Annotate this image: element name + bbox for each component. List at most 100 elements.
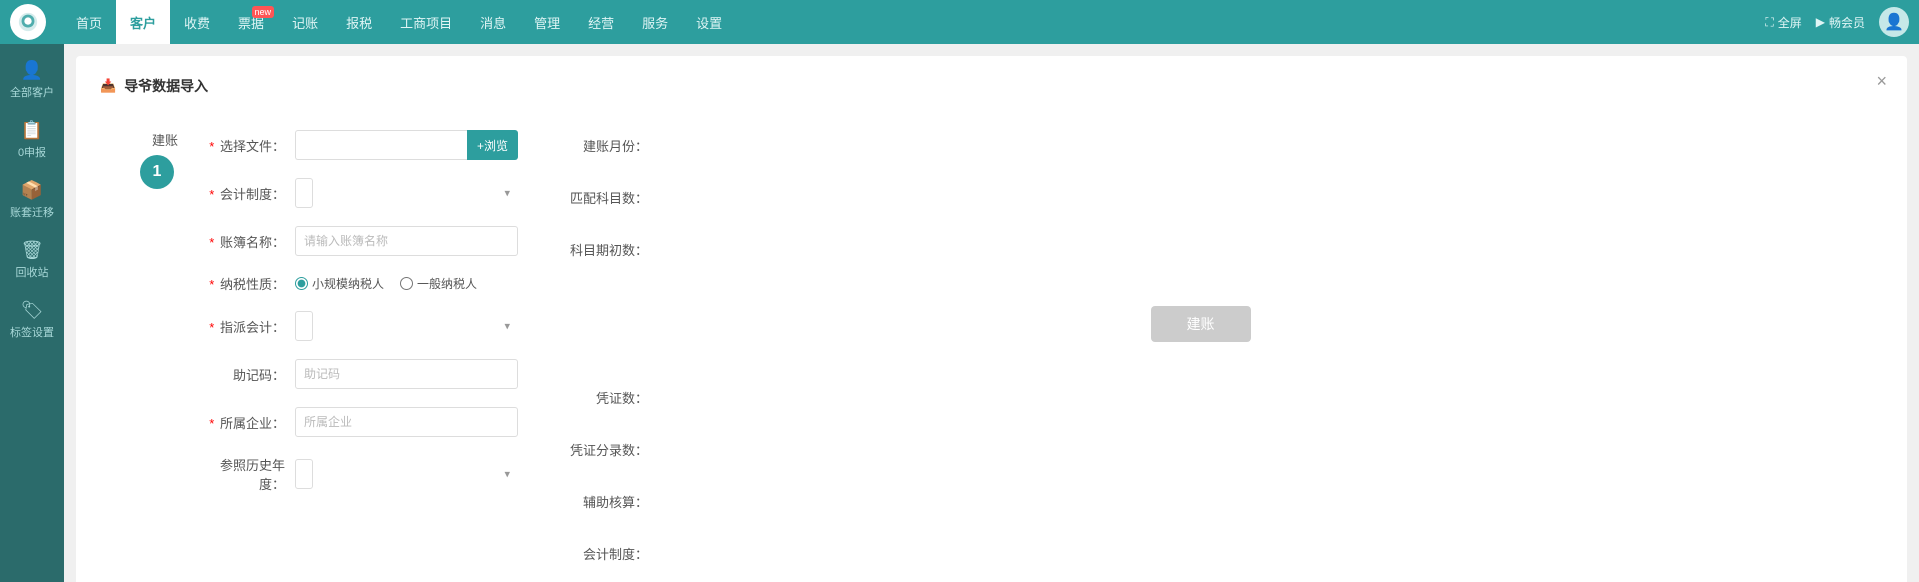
layout: 👤 全部客户 📋 0申报 📦 账套迁移 🗑 回收站 🏷 标签设置 📥 导爷数据导… bbox=[0, 44, 1919, 582]
hist-year-select-wrapper bbox=[295, 459, 518, 489]
form-left: * 选择文件： +浏览 * 会计制度： bbox=[200, 130, 518, 511]
nav-service[interactable]: 服务 bbox=[628, 0, 682, 44]
nav-operation[interactable]: 经营 bbox=[574, 0, 628, 44]
new-badge: new bbox=[252, 6, 275, 18]
fullscreen-btn[interactable]: ⛶ 全屏 bbox=[1765, 14, 1801, 31]
ledger-name-label: * 账簿名称： bbox=[200, 232, 285, 251]
sidebar-item-trash[interactable]: 🗑 回收站 bbox=[2, 232, 62, 288]
company-input[interactable] bbox=[295, 407, 518, 437]
match-subject-label: 匹配科目数： bbox=[558, 188, 648, 207]
sidebar: 👤 全部客户 📋 0申报 📦 账套迁移 🗑 回收站 🏷 标签设置 bbox=[0, 44, 64, 582]
main-content: 📥 导爷数据导入 × 建账 1 * 选择文件 bbox=[64, 44, 1919, 582]
nav-bizproject[interactable]: 工商项目 bbox=[386, 0, 466, 44]
nav-tax[interactable]: 报税 bbox=[332, 0, 386, 44]
build-month-row: 建账月份： bbox=[558, 130, 1843, 160]
avatar[interactable]: 👤 bbox=[1879, 7, 1909, 37]
file-input-group: +浏览 bbox=[295, 130, 518, 160]
step-circle: 1 bbox=[140, 155, 174, 189]
file-row: * 选择文件： +浏览 bbox=[200, 130, 518, 160]
hist-year-select[interactable] bbox=[295, 459, 313, 489]
form-container: 建账 1 * 选择文件： +浏览 bbox=[100, 120, 1883, 582]
account-system-select-wrapper bbox=[295, 178, 518, 208]
sidebar-item-label: 账套迁移 bbox=[10, 204, 54, 220]
tax-type-label: * 纳税性质： bbox=[200, 274, 285, 293]
nav-customer[interactable]: 客户 bbox=[116, 0, 170, 44]
member-icon: ▶ bbox=[1816, 15, 1825, 29]
memo-label: 助记码： bbox=[200, 365, 285, 384]
memo-input[interactable] bbox=[295, 359, 518, 389]
hist-year-label: 参照历史年度： bbox=[200, 455, 285, 493]
nav-bookkeeping[interactable]: 记账 bbox=[278, 0, 332, 44]
general-taxpayer-radio-input[interactable] bbox=[400, 277, 413, 290]
accountant-label: * 指派会计： bbox=[200, 317, 285, 336]
sidebar-item-zero-report[interactable]: 📋 0申报 bbox=[2, 112, 62, 168]
company-row: * 所属企业： bbox=[200, 407, 518, 437]
init-balance-label: 科目期初数： bbox=[558, 240, 648, 259]
build-label-left: 建账 bbox=[152, 130, 178, 149]
sidebar-item-all-clients[interactable]: 👤 全部客户 bbox=[2, 52, 62, 108]
voucher-entries-label: 凭证分录数： bbox=[558, 440, 648, 459]
init-balance-row: 科目期初数： bbox=[558, 234, 1843, 264]
accountant-select-wrapper bbox=[295, 311, 518, 341]
nav-settings[interactable]: 设置 bbox=[682, 0, 736, 44]
migration-icon: 📦 bbox=[21, 180, 43, 201]
memo-row: 助记码： bbox=[200, 359, 518, 389]
import-icon: 📥 bbox=[100, 78, 116, 94]
accountant-row: * 指派会计： bbox=[200, 311, 518, 341]
account-system-row: * 会计制度： bbox=[200, 178, 518, 208]
nav-manage[interactable]: 管理 bbox=[520, 0, 574, 44]
aux-calc-row: 辅助核算： bbox=[558, 486, 1843, 516]
member-label: 畅会员 bbox=[1829, 14, 1865, 31]
nav-items: 首页 客户 收费 票据 new 记账 报税 工商项目 消息 管理 经营 服务 设… bbox=[62, 0, 1765, 44]
build-month-label: 建账月份： bbox=[558, 136, 648, 155]
sidebar-item-label: 标签设置 bbox=[10, 324, 54, 340]
build-account-button[interactable]: 建账 bbox=[1151, 306, 1251, 342]
company-label: * 所属企业： bbox=[200, 413, 285, 432]
ledger-name-row: * 账簿名称： bbox=[200, 226, 518, 256]
nav-home[interactable]: 首页 bbox=[62, 0, 116, 44]
aux-calc-label: 辅助核算： bbox=[558, 492, 648, 511]
tags-icon: 🏷 bbox=[21, 300, 44, 321]
zero-report-icon: 📋 bbox=[21, 120, 43, 141]
nav-right: ⛶ 全屏 ▶ 畅会员 👤 bbox=[1765, 7, 1909, 37]
top-nav: 首页 客户 收费 票据 new 记账 报税 工商项目 消息 管理 经营 服务 设… bbox=[0, 0, 1919, 44]
sidebar-item-migration[interactable]: 📦 账套迁移 bbox=[2, 172, 62, 228]
hist-year-row: 参照历史年度： bbox=[200, 455, 518, 493]
small-taxpayer-label: 小规模纳税人 bbox=[312, 275, 384, 292]
accounting-system-label: 会计制度： bbox=[558, 544, 648, 563]
voucher-entries-row: 凭证分录数： bbox=[558, 434, 1843, 464]
sidebar-item-label: 全部客户 bbox=[10, 84, 54, 100]
nav-invoice[interactable]: 票据 new bbox=[224, 0, 278, 44]
accountant-select[interactable] bbox=[295, 311, 313, 341]
fullscreen-label: 全屏 bbox=[1778, 14, 1802, 31]
nav-fee[interactable]: 收费 bbox=[170, 0, 224, 44]
general-taxpayer-label: 一般纳税人 bbox=[417, 275, 477, 292]
all-clients-icon: 👤 bbox=[21, 60, 43, 81]
ledger-name-input[interactable] bbox=[295, 226, 518, 256]
form-right: 建账月份： 匹配科目数： 科目期初数： 建账 凭证 bbox=[558, 130, 1843, 582]
account-system-select[interactable] bbox=[295, 178, 313, 208]
content-area: 📥 导爷数据导入 × 建账 1 * 选择文件 bbox=[76, 56, 1907, 582]
sidebar-item-label: 0申报 bbox=[18, 144, 46, 160]
small-taxpayer-radio[interactable]: 小规模纳税人 bbox=[295, 275, 384, 292]
voucher-label: 凭证数： bbox=[558, 388, 648, 407]
tax-type-row: * 纳税性质： 小规模纳税人 一般纳税人 bbox=[200, 274, 518, 293]
tax-type-radio-group: 小规模纳税人 一般纳税人 bbox=[295, 275, 518, 292]
sidebar-item-tags[interactable]: 🏷 标签设置 bbox=[2, 292, 62, 348]
member-btn[interactable]: ▶ 畅会员 bbox=[1816, 14, 1865, 31]
account-system-label: * 会计制度： bbox=[200, 184, 285, 203]
general-taxpayer-radio[interactable]: 一般纳税人 bbox=[400, 275, 477, 292]
trash-icon: 🗑 bbox=[21, 240, 44, 261]
voucher-row: 凭证数： bbox=[558, 382, 1843, 412]
file-label: * 选择文件： bbox=[200, 136, 285, 155]
file-input[interactable] bbox=[295, 130, 467, 160]
nav-message[interactable]: 消息 bbox=[466, 0, 520, 44]
match-subject-row: 匹配科目数： bbox=[558, 182, 1843, 212]
small-taxpayer-radio-input[interactable] bbox=[295, 277, 308, 290]
section-title: 📥 导爷数据导入 bbox=[100, 76, 1883, 96]
accounting-system-row: 会计制度： bbox=[558, 538, 1843, 568]
browse-button[interactable]: +浏览 bbox=[467, 130, 518, 160]
close-button[interactable]: × bbox=[1876, 72, 1887, 90]
logo[interactable] bbox=[10, 4, 46, 40]
sidebar-item-label: 回收站 bbox=[16, 264, 49, 280]
